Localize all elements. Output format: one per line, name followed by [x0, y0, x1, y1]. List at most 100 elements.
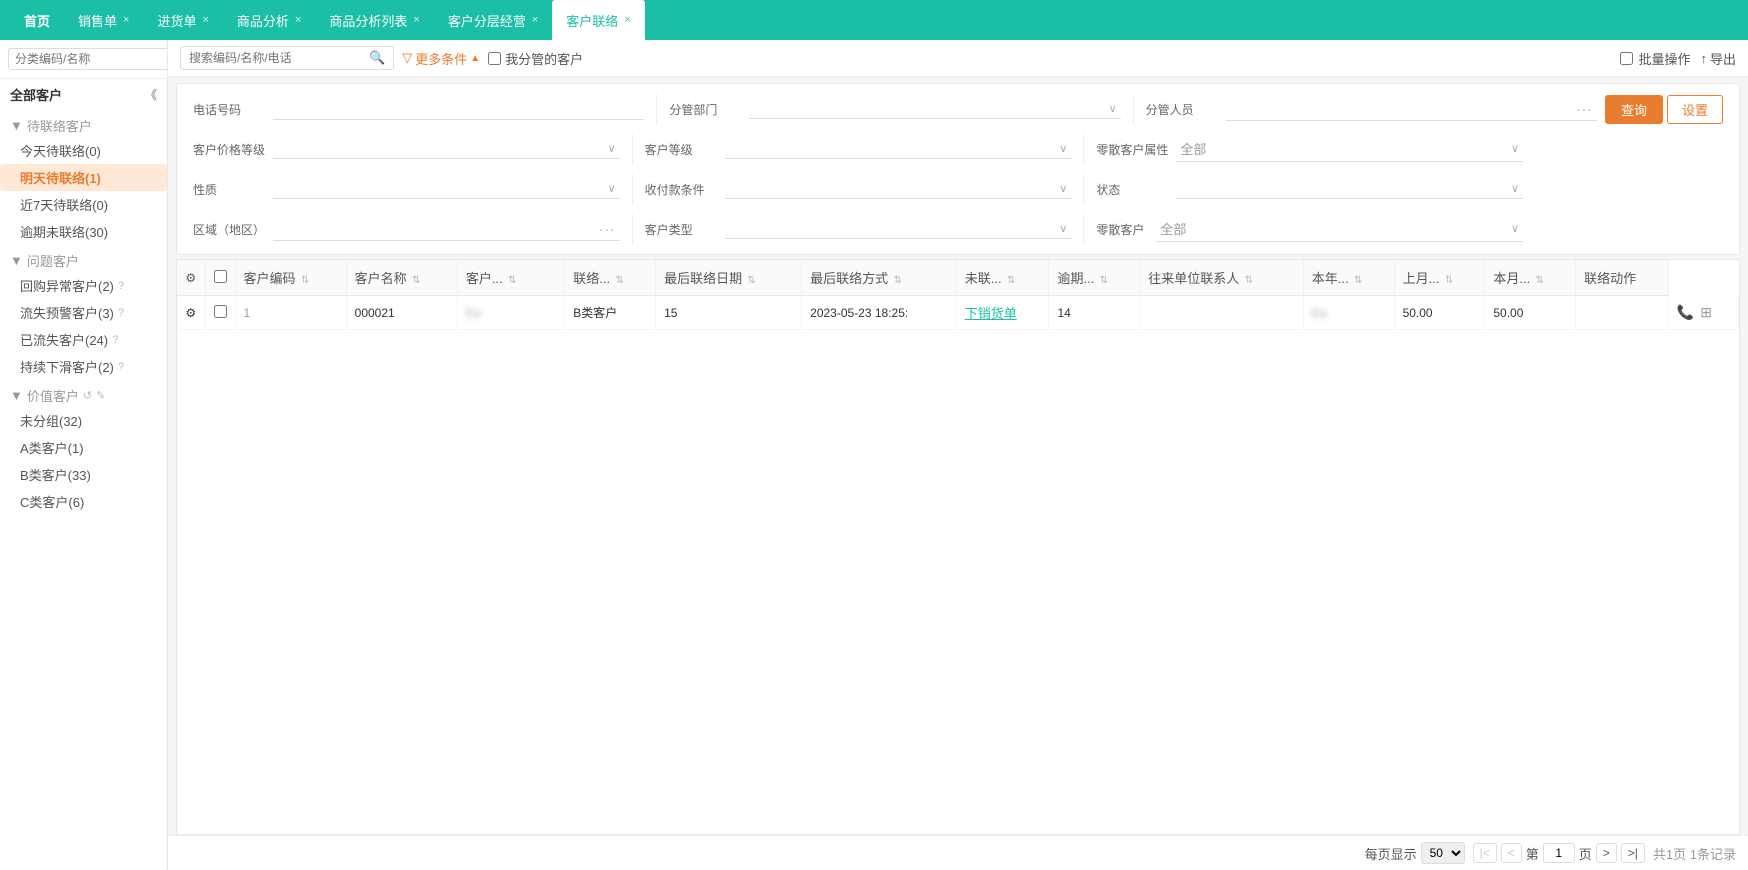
prev-page-btn[interactable]: <: [1501, 843, 1522, 863]
filter-dept-select[interactable]: ∨: [749, 99, 1120, 119]
row-last-contact-method[interactable]: 下销货单: [956, 296, 1049, 330]
sort-person-icon[interactable]: ⇅: [1245, 275, 1253, 286]
close-customer-contact-icon[interactable]: ×: [624, 14, 630, 26]
my-customers-checkbox[interactable]: [488, 52, 501, 65]
page-number-input[interactable]: [1543, 843, 1575, 863]
filter-value-level-field: 客户价格等级 ∨: [193, 139, 620, 159]
sidebar-item-ungrouped[interactable]: 未分组(32): [0, 407, 167, 434]
filter-gender-field: 性质 ∨: [193, 179, 620, 199]
th-checkbox[interactable]: [205, 260, 235, 296]
abnormal-help-icon[interactable]: ?: [118, 280, 124, 292]
first-page-btn[interactable]: |<: [1473, 843, 1497, 863]
nav-home[interactable]: 首页: [10, 0, 64, 40]
sidebar-collapse-icon[interactable]: 《: [145, 86, 157, 103]
row-phone-icon[interactable]: 📞: [1677, 304, 1694, 321]
row-checkbox[interactable]: [214, 305, 227, 318]
th-settings[interactable]: ⚙: [177, 260, 205, 296]
export-icon: ↑: [1700, 51, 1707, 66]
nav-sales-order[interactable]: 销售单 ×: [64, 0, 143, 40]
filter-phone-input[interactable]: [273, 99, 644, 120]
settings-button[interactable]: 设置: [1667, 95, 1723, 124]
sidebar-item-c-class[interactable]: C类客户(6): [0, 488, 167, 515]
filter-customer-level-select[interactable]: ∨: [725, 139, 1072, 159]
filter-value-level-select[interactable]: ∨: [273, 139, 620, 159]
nav-customer-stratification[interactable]: 客户分层经营 ×: [434, 0, 552, 40]
th-unlinked[interactable]: 未联... ⇅: [956, 260, 1049, 296]
sort-name-icon[interactable]: ⇅: [412, 275, 420, 286]
export-btn[interactable]: ↑ 导出: [1700, 49, 1736, 68]
sidebar-item-overdue-pending[interactable]: 逾期未联络(30): [0, 218, 167, 245]
sidebar-item-abnormal[interactable]: 回购异常客户(2) ?: [0, 272, 167, 299]
th-this-year[interactable]: 本年... ⇅: [1303, 260, 1394, 296]
filter-payment-select[interactable]: ∨: [725, 179, 1072, 199]
sort-lastmonth-icon[interactable]: ⇅: [1445, 275, 1453, 286]
sort-overdue-icon[interactable]: ⇅: [1100, 275, 1108, 286]
sidebar-item-b-class[interactable]: B类客户(33): [0, 461, 167, 488]
sidebar-item-churned[interactable]: 已流失客户(24) ?: [0, 326, 167, 353]
declining-help-icon[interactable]: ?: [118, 361, 124, 373]
next-page-btn[interactable]: >: [1596, 843, 1617, 863]
value-refresh-icon[interactable]: ↺: [83, 389, 92, 402]
last-page-btn[interactable]: >|: [1621, 843, 1645, 863]
sort-unlinked-icon[interactable]: ⇅: [1007, 275, 1015, 286]
filter-customer-type-select[interactable]: ∨: [725, 219, 1072, 239]
th-contact-person[interactable]: 往来单位联系人 ⇅: [1140, 260, 1304, 296]
th-last-month[interactable]: 上月... ⇅: [1394, 260, 1485, 296]
sidebar-item-week-pending[interactable]: 近7天待联络(0): [0, 191, 167, 218]
my-customers-checkbox-area[interactable]: 我分管的客户: [488, 49, 583, 68]
value-edit-icon[interactable]: ✎: [96, 389, 105, 402]
per-page-select[interactable]: 50: [1421, 842, 1465, 864]
sort-thismonth-icon[interactable]: ⇅: [1536, 275, 1544, 286]
sidebar-item-a-class[interactable]: A类客户(1): [0, 434, 167, 461]
batch-operation-btn[interactable]: 批量操作: [1620, 49, 1690, 68]
sort-contact-icon[interactable]: ⇅: [615, 275, 623, 286]
batch-checkbox[interactable]: [1620, 52, 1633, 65]
row-more-icon[interactable]: ⊞: [1700, 304, 1712, 321]
sort-date-icon[interactable]: ⇅: [747, 275, 755, 286]
sidebar-item-tomorrow-pending[interactable]: 明天待联络(1): [0, 164, 167, 191]
filter-manager-select[interactable]: ···: [1226, 98, 1597, 121]
row-gear-icon[interactable]: ⚙: [177, 296, 205, 330]
more-conditions-btn[interactable]: ▽ 更多条件 ▲: [402, 49, 480, 68]
sidebar-item-today-pending[interactable]: 今天待联络(0): [0, 137, 167, 164]
th-customer-type[interactable]: 客户... ⇅: [457, 260, 564, 296]
nav-product-analysis[interactable]: 商品分析 ×: [223, 0, 315, 40]
close-customer-stratification-icon[interactable]: ×: [532, 14, 538, 26]
close-sales-order-icon[interactable]: ×: [123, 14, 129, 26]
select-all-checkbox[interactable]: [214, 270, 227, 283]
sidebar-item-churn-warning[interactable]: 流失预警客户(3) ?: [0, 299, 167, 326]
churn-warning-help-icon[interactable]: ?: [118, 307, 124, 319]
close-purchase-order-icon[interactable]: ×: [202, 14, 208, 26]
row-name[interactable]: Ea: [457, 296, 564, 330]
nav-customer-contact[interactable]: 客户联络 ×: [552, 0, 644, 40]
close-product-analysis-list-icon[interactable]: ×: [413, 14, 419, 26]
row-checkbox-cell[interactable]: [205, 296, 235, 330]
th-last-contact-method[interactable]: 最后联络方式 ⇅: [802, 260, 957, 296]
sidebar-item-declining[interactable]: 持续下滑客户(2) ?: [0, 353, 167, 380]
sidebar-search-input[interactable]: [8, 48, 168, 70]
filter-gender-select[interactable]: ∨: [273, 179, 620, 199]
main-search-input[interactable]: [189, 51, 369, 65]
sort-year-icon[interactable]: ⇅: [1354, 275, 1362, 286]
th-last-contact-date[interactable]: 最后联络日期 ⇅: [656, 260, 802, 296]
filter-region-select[interactable]: ···: [273, 218, 620, 241]
main-search-icon[interactable]: 🔍: [369, 50, 385, 66]
churned-help-icon[interactable]: ?: [112, 334, 118, 346]
nav-product-analysis-list[interactable]: 商品分析列表 ×: [315, 0, 433, 40]
filter-retail-customer-select[interactable]: 全部 ∨: [1156, 216, 1523, 242]
filter-retail-attr-select[interactable]: 全部 ∨: [1176, 136, 1523, 162]
close-product-analysis-icon[interactable]: ×: [295, 14, 301, 26]
nav-purchase-order[interactable]: 进货单 ×: [143, 0, 222, 40]
sort-type-icon[interactable]: ⇅: [508, 275, 516, 286]
filter-status-select[interactable]: ∨: [1176, 179, 1523, 199]
sidebar-value-group: ▼ 价值客户 ↺ ✎: [0, 380, 167, 407]
th-this-month[interactable]: 本月... ⇅: [1485, 260, 1576, 296]
sort-code-icon[interactable]: ⇅: [301, 275, 309, 286]
th-customer-code[interactable]: 客户编码 ⇅: [235, 260, 346, 296]
query-button[interactable]: 查询: [1605, 95, 1663, 124]
th-contact-count[interactable]: 联络... ⇅: [565, 260, 656, 296]
sidebar-all-customers[interactable]: 全部客户 《: [0, 79, 167, 110]
sort-method-icon[interactable]: ⇅: [894, 275, 902, 286]
th-customer-name[interactable]: 客户名称 ⇅: [346, 260, 457, 296]
th-overdue[interactable]: 逾期... ⇅: [1049, 260, 1140, 296]
